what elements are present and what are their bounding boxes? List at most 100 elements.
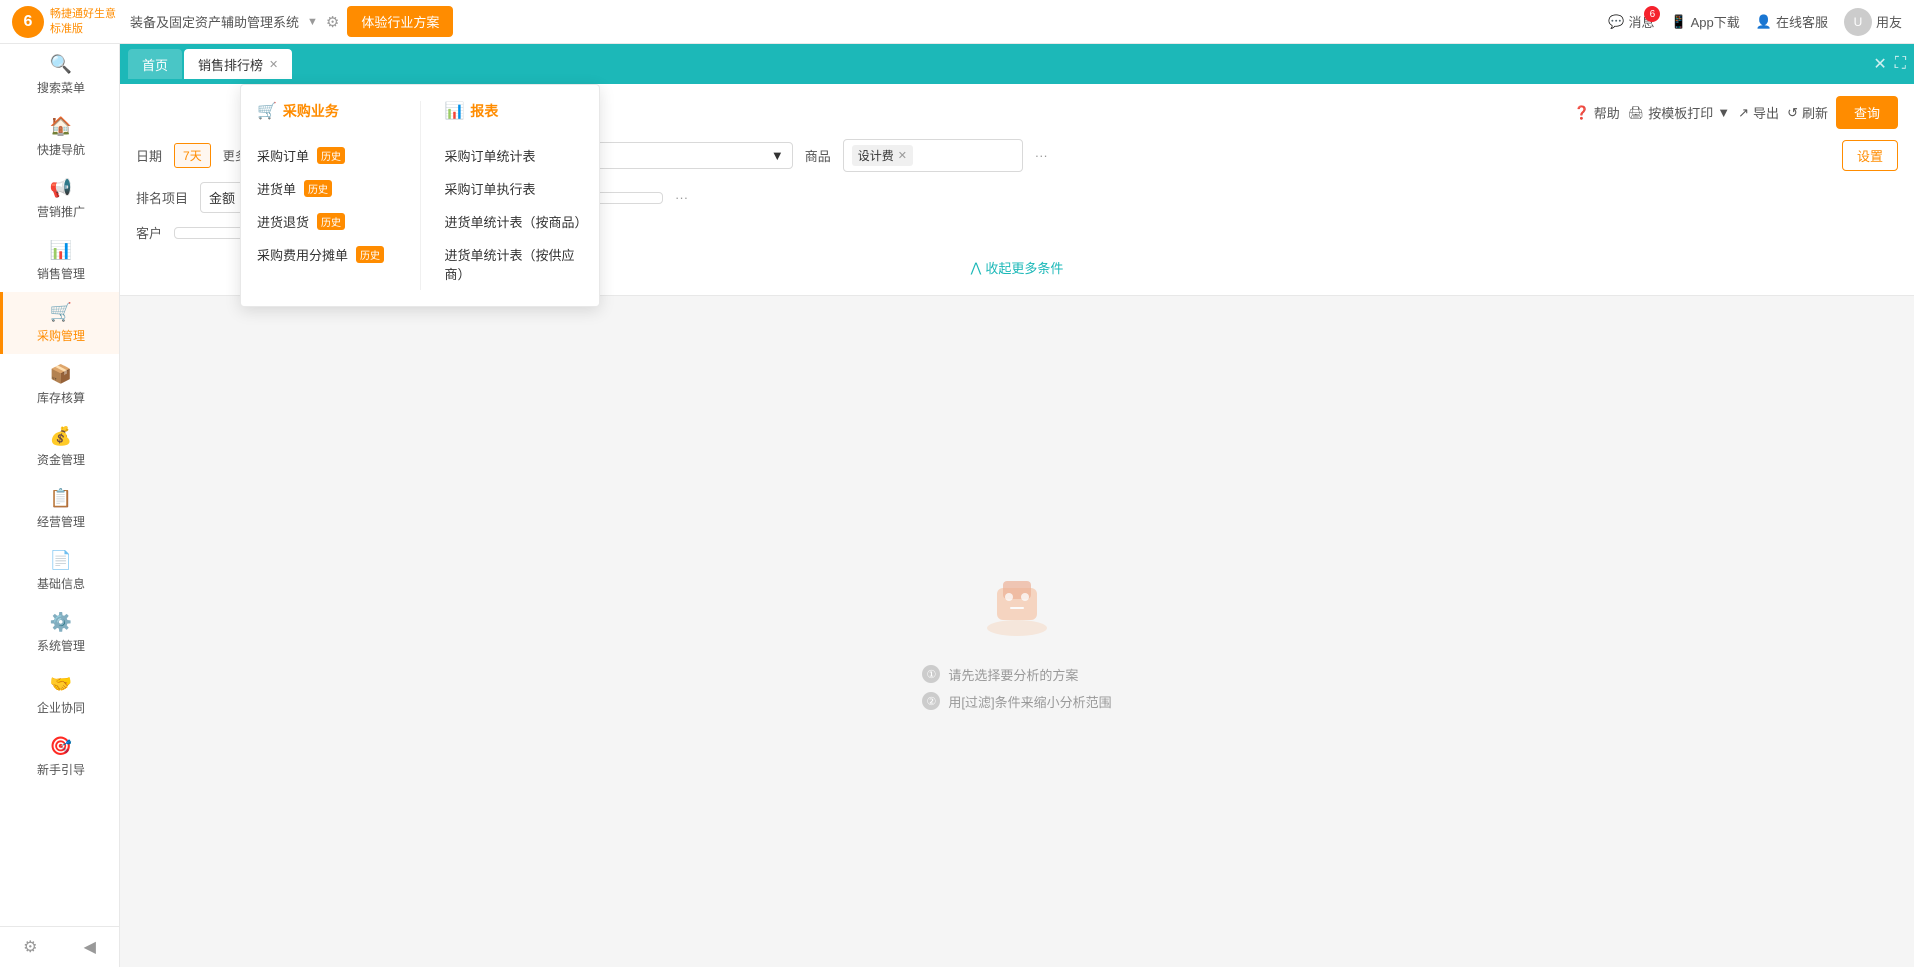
purchase-order-badge: 历史 <box>317 147 345 164</box>
operations-icon: 📋 <box>50 488 72 509</box>
sidebar-item-sales[interactable]: 📊 销售管理 <box>0 230 119 292</box>
print-dropdown-icon: ▼ <box>1717 105 1730 120</box>
logo-icon: 6 <box>12 6 44 38</box>
finance-icon: 💰 <box>50 426 72 447</box>
menu-item-purchase-order[interactable]: 采购订单 历史 <box>257 139 396 172</box>
goods-label: 商品 <box>805 146 831 165</box>
menu-item-po-stats[interactable]: 采购订单统计表 <box>445 139 584 172</box>
menu-item-inbound[interactable]: 进货单 历史 <box>257 172 396 205</box>
refresh-btn[interactable]: ↺ 刷新 <box>1787 103 1828 122</box>
rank-item-label: 排名项目 <box>136 188 188 207</box>
menu-item-purchase-expense[interactable]: 采购费用分摊单 历史 <box>257 238 396 271</box>
goods-more-btn[interactable]: ··· <box>1035 148 1048 163</box>
sidebar-item-system[interactable]: ⚙️ 系统管理 <box>0 602 119 664</box>
system-icon: ⚙️ <box>50 612 72 633</box>
tab-close-window-icon[interactable]: ✕ <box>1873 54 1886 74</box>
toolbar-actions: ❓ 帮助 🖨 按模板打印 ▼ ↗ 导出 ↺ <box>1574 96 1898 129</box>
app-download-btn[interactable]: 📱 App下载 <box>1670 12 1739 31</box>
messages-btn[interactable]: 💬 消息 6 <box>1608 12 1654 31</box>
empty-tip-2: ② 用[过滤]条件来缩小分析范围 <box>922 692 1111 711</box>
menu-item-inbound-by-goods[interactable]: 进货单统计表（按商品） <box>445 205 584 238</box>
tip-num-2: ② <box>922 692 940 710</box>
purchase-dropdown-menu: 🛒 采购业务 采购订单 历史 进货单 历史 进货退货 历史 <box>240 84 600 307</box>
avatar: U <box>1844 8 1872 36</box>
menu-item-po-exec[interactable]: 采购订单执行表 <box>445 172 584 205</box>
logo-text: 畅捷通好生意 标准版 <box>50 7 116 36</box>
sidebar-item-quick-nav[interactable]: 🏠 快捷导航 <box>0 106 119 168</box>
sidebar-collapse-btn[interactable]: ◀ <box>84 937 96 957</box>
report-menu-icon: 📊 <box>445 101 465 121</box>
service-icon: 👤 <box>1756 14 1772 30</box>
salesperson-more-btn[interactable]: ··· <box>675 190 688 205</box>
menu-col-purchase-title: 🛒 采购业务 <box>257 101 396 127</box>
menu-item-inbound-by-supplier[interactable]: 进货单统计表（按供应商） <box>445 238 584 290</box>
tab-bar-actions: ✕ ⛶ <box>1873 54 1906 74</box>
inbound-badge: 历史 <box>304 180 332 197</box>
sidebar-item-finance[interactable]: 💰 资金管理 <box>0 416 119 478</box>
sidebar-item-inventory[interactable]: 📦 库存核算 <box>0 354 119 416</box>
sidebar-item-basic-info[interactable]: 📄 基础信息 <box>0 540 119 602</box>
search-icon: 🔍 <box>50 54 72 75</box>
title-dropdown-icon[interactable]: ▼ <box>307 16 318 28</box>
refresh-icon: ↺ <box>1787 105 1798 121</box>
empty-tips: ① 请先选择要分析的方案 ② 用[过滤]条件来缩小分析范围 <box>922 665 1111 711</box>
sidebar-settings-btn[interactable]: ⚙ <box>23 937 37 957</box>
content-area: 首页 销售排行榜 ✕ ✕ ⛶ ❓ 帮助 <box>120 44 1914 967</box>
top-bar: 6 畅捷通好生意 标准版 装备及固定资产辅助管理系统 ▼ ⚙ 体验行业方案 💬 … <box>0 0 1914 44</box>
guide-icon: 🎯 <box>50 736 72 757</box>
home-icon: 🏠 <box>50 116 72 137</box>
goods-tag: 设计费 ✕ <box>852 145 913 166</box>
sales-icon: 📊 <box>50 240 72 261</box>
sidebar-item-operations[interactable]: 📋 经营管理 <box>0 478 119 540</box>
print-icon: 🖨 <box>1628 105 1645 121</box>
basic-info-icon: 📄 <box>50 550 72 571</box>
app-container: 6 畅捷通好生意 标准版 装备及固定资产辅助管理系统 ▼ ⚙ 体验行业方案 💬 … <box>0 0 1914 967</box>
main-area: 🔍 搜索菜单 🏠 快捷导航 📢 营销推广 📊 销售管理 🛒 采购管理 📦 <box>0 44 1914 967</box>
tab-home[interactable]: 首页 <box>128 49 182 79</box>
sidebar-item-search[interactable]: 🔍 搜索菜单 <box>0 44 119 106</box>
user-menu[interactable]: U 用友 <box>1844 8 1902 36</box>
export-icon: ↗ <box>1738 105 1749 121</box>
print-btn[interactable]: 🖨 按模板打印 ▼ <box>1628 103 1730 122</box>
empty-illustration <box>967 553 1067 653</box>
order-status-dropdown-icon: ▼ <box>771 148 784 163</box>
query-btn[interactable]: 查询 <box>1836 96 1898 129</box>
top-bar-title: 装备及固定资产辅助管理系统 ▼ ⚙ 体验行业方案 <box>130 6 1608 37</box>
export-btn[interactable]: ↗ 导出 <box>1738 103 1779 122</box>
menu-item-inbound-return[interactable]: 进货退货 历史 <box>257 205 396 238</box>
purchase-menu-icon: 🛒 <box>257 101 277 121</box>
menu-divider <box>420 101 421 290</box>
order-status-select[interactable]: ▼ <box>593 142 793 169</box>
tab-close-icon[interactable]: ✕ <box>269 58 278 71</box>
help-btn[interactable]: ❓ 帮助 <box>1574 103 1620 122</box>
settings-icon[interactable]: ⚙ <box>326 13 339 31</box>
sidebar-item-marketing[interactable]: 📢 营销推广 <box>0 168 119 230</box>
sidebar-bottom: ⚙ ◀ <box>0 926 119 967</box>
logo: 6 畅捷通好生意 标准版 <box>12 6 122 38</box>
messages-badge: 6 <box>1644 6 1660 22</box>
tab-sales-rank[interactable]: 销售排行榜 ✕ <box>184 49 292 79</box>
sidebar-item-cooperation[interactable]: 🤝 企业协同 <box>0 664 119 726</box>
settings-btn[interactable]: 设置 <box>1842 140 1898 171</box>
top-bar-right: 💬 消息 6 📱 App下载 👤 在线客服 U 用友 <box>1608 8 1902 36</box>
sidebar: 🔍 搜索菜单 🏠 快捷导航 📢 营销推广 📊 销售管理 🛒 采购管理 📦 <box>0 44 120 967</box>
inbound-return-badge: 历史 <box>317 213 345 230</box>
online-service-btn[interactable]: 👤 在线客服 <box>1756 12 1828 31</box>
empty-state: ① 请先选择要分析的方案 ② 用[过滤]条件来缩小分析范围 <box>120 296 1914 967</box>
goods-tag-remove-btn[interactable]: ✕ <box>898 149 907 162</box>
goods-select[interactable]: 设计费 ✕ <box>843 139 1023 172</box>
cooperation-icon: 🤝 <box>50 674 72 695</box>
collapse-icon: ⋀ <box>971 260 982 276</box>
sidebar-item-purchase[interactable]: 🛒 采购管理 <box>0 292 119 354</box>
empty-tip-1: ① 请先选择要分析的方案 <box>922 665 1111 684</box>
date-opt-7days[interactable]: 7天 <box>174 143 211 168</box>
system-title: 装备及固定资产辅助管理系统 <box>130 12 299 31</box>
tab-fullscreen-icon[interactable]: ⛶ <box>1895 55 1906 73</box>
message-icon: 💬 <box>1608 14 1624 30</box>
menu-col-purchase: 🛒 采购业务 采购订单 历史 进货单 历史 进货退货 历史 <box>257 101 396 290</box>
menu-col-report: 📊 报表 采购订单统计表 采购订单执行表 进货单统计表（按商品） 进货单统计表（… <box>445 101 584 290</box>
marketing-icon: 📢 <box>50 178 72 199</box>
tip-num-1: ① <box>922 665 940 683</box>
industry-btn[interactable]: 体验行业方案 <box>347 6 453 37</box>
sidebar-item-guide[interactable]: 🎯 新手引导 <box>0 726 119 788</box>
